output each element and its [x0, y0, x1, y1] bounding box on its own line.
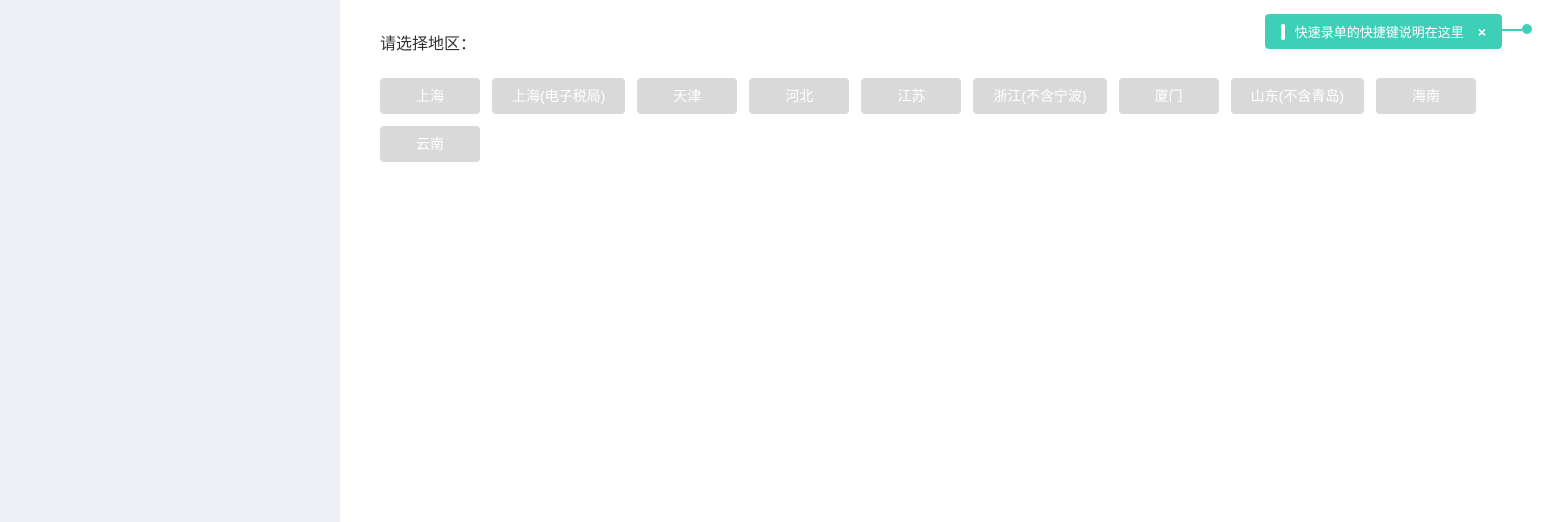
region-btn-zhejiang[interactable]: 浙江(不含宁波) — [973, 78, 1106, 114]
region-buttons: 上海上海(电子税局) 天津河北江苏浙江(不含宁波) 厦门山东(不含青岛) 海南云南 — [380, 78, 1522, 162]
region-btn-xiamen[interactable]: 厦门 — [1119, 78, 1219, 114]
region-btn-shandong[interactable]: 山东(不含青岛) — [1231, 78, 1364, 114]
region-btn-shanghai[interactable]: 上海 — [380, 78, 480, 114]
tooltip-close-button[interactable]: × — [1478, 24, 1486, 40]
main-content: 请选择地区： 上海上海(电子税局)天津河北江苏浙江(不含宁波)厦门山东(不含青岛… — [340, 0, 1562, 522]
sidebar — [0, 0, 340, 522]
region-btn-yunnan[interactable]: 云南 — [380, 126, 480, 162]
region-btn-jiangsu[interactable]: 江苏 — [861, 78, 961, 114]
tooltip-dot — [1522, 24, 1532, 34]
region-btn-shanghai-etax[interactable]: 上海(电子税局) — [492, 78, 625, 114]
region-btn-tianjin[interactable]: 天津 — [637, 78, 737, 114]
tooltip-line — [1502, 29, 1522, 31]
tooltip-bar: 快速录单的快捷键说明在这里 × — [1265, 14, 1502, 49]
tooltip-label: 快速录单的快捷键说明在这里 — [1295, 22, 1464, 41]
region-btn-hebei[interactable]: 河北 — [749, 78, 849, 114]
tooltip-accent — [1281, 24, 1285, 40]
region-btn-hainan[interactable]: 海南 — [1376, 78, 1476, 114]
